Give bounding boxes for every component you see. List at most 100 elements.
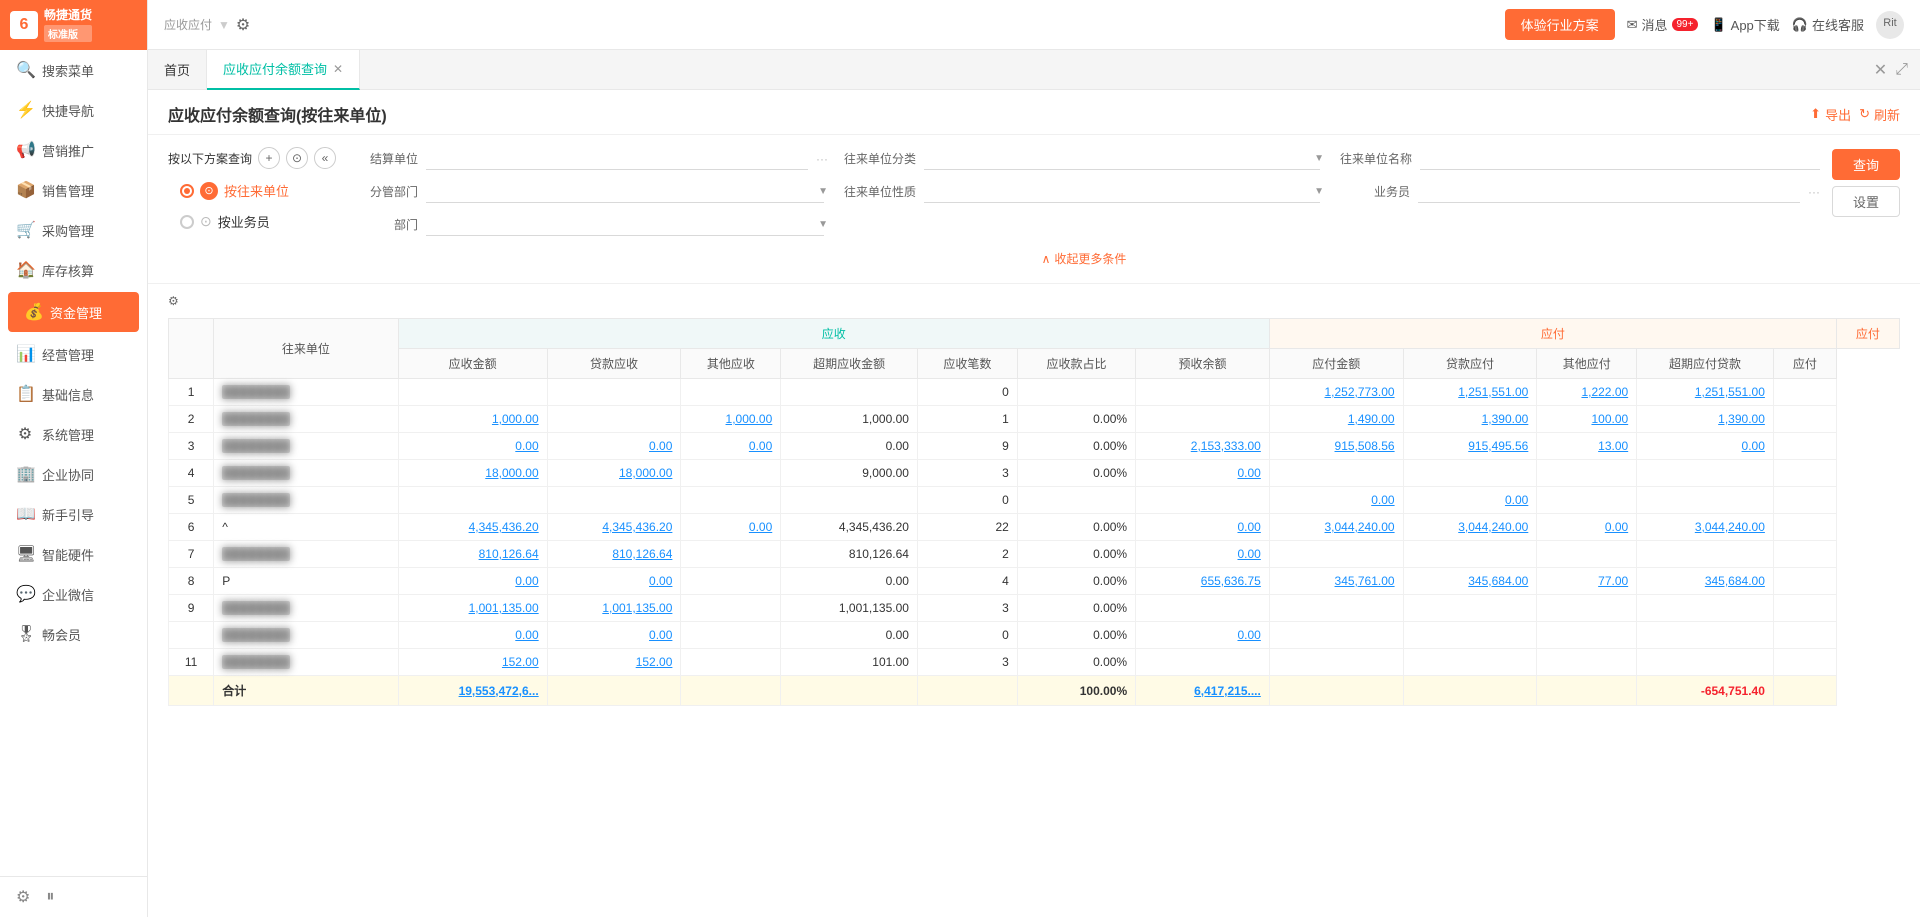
row-advance-3[interactable]: 0.00 <box>1136 460 1270 487</box>
row-loan-pay-7[interactable]: 345,684.00 <box>1403 568 1537 595</box>
row-loan-rec-6[interactable]: 810,126.64 <box>547 541 681 568</box>
sidebar-item-system[interactable]: ⚙系统管理 <box>0 414 147 454</box>
row-overdue-pay-5[interactable]: 3,044,240.00 <box>1637 514 1774 541</box>
total-receivable[interactable]: 19,553,472,6... <box>398 676 547 706</box>
row-pay-amt-2[interactable]: 915,508.56 <box>1269 433 1403 460</box>
message-action[interactable]: ✉ 消息 99+ <box>1627 15 1699 34</box>
row-loan-rec-3[interactable]: 18,000.00 <box>547 460 681 487</box>
row-overdue-pay-2[interactable]: 0.00 <box>1637 433 1774 460</box>
row-loan-rec-10[interactable]: 152.00 <box>547 649 681 676</box>
total-advance[interactable]: 6,417,215.... <box>1136 676 1270 706</box>
row-loan-rec-7[interactable]: 0.00 <box>547 568 681 595</box>
row-rec-amt-9[interactable]: 0.00 <box>398 622 547 649</box>
row-overdue-pay-0[interactable]: 1,251,551.00 <box>1637 379 1774 406</box>
row-overdue-pay-7[interactable]: 345,684.00 <box>1637 568 1774 595</box>
row-rec-amt-8[interactable]: 1,001,135.00 <box>398 595 547 622</box>
row-rec-amt-2[interactable]: 0.00 <box>398 433 547 460</box>
tab-close-icon[interactable]: ✕ <box>1874 60 1887 80</box>
sidebar-item-hardware[interactable]: 🖥智能硬件 <box>0 534 147 574</box>
row-other-pay-1[interactable]: 100.00 <box>1537 406 1637 433</box>
gear-icon[interactable]: ⚙ <box>236 15 250 35</box>
row-other-pay-2[interactable]: 13.00 <box>1537 433 1637 460</box>
page: 应收应付余额查询(按往来单位) ⬆ 导出 ↻ 刷新 <box>148 90 1920 917</box>
unit-nature-input[interactable] <box>924 180 1320 203</box>
row-rec-amt-6[interactable]: 810,126.64 <box>398 541 547 568</box>
salesperson-input[interactable] <box>1418 180 1800 203</box>
row-loan-pay-5[interactable]: 3,044,240.00 <box>1403 514 1537 541</box>
service-action[interactable]: 🎧 在线客服 <box>1792 15 1864 34</box>
sidebar-item-guide[interactable]: 📖新手引导 <box>0 494 147 534</box>
row-pay-amt-5[interactable]: 3,044,240.00 <box>1269 514 1403 541</box>
sidebar-collapse-icon[interactable]: ⏸ <box>46 888 54 906</box>
scheme-by-salesperson[interactable]: ⊙ 按业务员 <box>168 208 348 235</box>
salesperson-dots[interactable]: ··· <box>1808 185 1820 199</box>
collapse-scheme-btn[interactable]: « <box>314 147 336 169</box>
sidebar-item-sales[interactable]: 📦销售管理 <box>0 170 147 210</box>
app-download-action[interactable]: 📱 App下载 <box>1710 15 1779 34</box>
sidebar-item-management[interactable]: 📊经营管理 <box>0 334 147 374</box>
sidebar-item-finance[interactable]: 💰资金管理 <box>8 292 139 332</box>
sidebar-item-member[interactable]: 🎖畅会员 <box>0 614 147 654</box>
industry-btn[interactable]: 体验行业方案 <box>1505 9 1615 40</box>
user-avatar[interactable]: Rit <box>1876 11 1904 39</box>
sidebar-item-basic[interactable]: 📋基础信息 <box>0 374 147 414</box>
row-pay-amt-0[interactable]: 1,252,773.00 <box>1269 379 1403 406</box>
row-rec-amt-5[interactable]: 4,345,436.20 <box>398 514 547 541</box>
tab-expand-icon[interactable]: ⤢ <box>1895 61 1908 79</box>
row-other-pay-7[interactable]: 77.00 <box>1537 568 1637 595</box>
row-rec-amt-7[interactable]: 0.00 <box>398 568 547 595</box>
row-other-rec-1[interactable]: 1,000.00 <box>681 406 781 433</box>
unit-category-input[interactable] <box>924 147 1320 170</box>
row-loan-pay-2[interactable]: 915,495.56 <box>1403 433 1537 460</box>
sidebar-item-purchase[interactable]: 🛒采购管理 <box>0 210 147 250</box>
row-loan-pay-1[interactable]: 1,390.00 <box>1403 406 1537 433</box>
row-advance-6[interactable]: 0.00 <box>1136 541 1270 568</box>
row-loan-pay-0[interactable]: 1,251,551.00 <box>1403 379 1537 406</box>
row-loan-rec-5[interactable]: 4,345,436.20 <box>547 514 681 541</box>
dept-input[interactable] <box>426 213 824 236</box>
add-scheme-btn[interactable]: + <box>258 147 280 169</box>
sidebar-item-inventory[interactable]: 🏠库存核算 <box>0 250 147 290</box>
sidebar-item-coop[interactable]: 🏢企业协同 <box>0 454 147 494</box>
sidebar-item-marketing[interactable]: 📢营销推广 <box>0 130 147 170</box>
tab-home[interactable]: 首页 <box>148 50 207 90</box>
row-rec-amt-10[interactable]: 152.00 <box>398 649 547 676</box>
row-pay-amt-1[interactable]: 1,490.00 <box>1269 406 1403 433</box>
row-other-rec-2[interactable]: 0.00 <box>681 433 781 460</box>
sidebar-item-search[interactable]: 🔍搜索菜单 <box>0 50 147 90</box>
settlement-dots[interactable]: ··· <box>816 152 828 166</box>
sidebar-item-quicknav[interactable]: ⚡快捷导航 <box>0 90 147 130</box>
table-scroll-area[interactable]: 往来单位 应收 应付 应付 应收金额 贷款应收 其他应收 超期应收金额 应收笔数 <box>168 318 1900 706</box>
row-pay-amt-4[interactable]: 0.00 <box>1269 487 1403 514</box>
collapse-more-btn[interactable]: ∧ 收起更多条件 <box>1042 246 1127 271</box>
tab-balance[interactable]: 应收应付余额查询 ✕ <box>207 50 360 90</box>
row-rec-amt-3[interactable]: 18,000.00 <box>398 460 547 487</box>
row-other-pay-0[interactable]: 1,222.00 <box>1537 379 1637 406</box>
row-other-rec-5[interactable]: 0.00 <box>681 514 781 541</box>
settlement-input[interactable] <box>426 147 808 170</box>
sidebar-settings-icon[interactable]: ⚙ <box>16 887 30 907</box>
export-button[interactable]: ⬆ 导出 <box>1810 105 1851 124</box>
scheme-settings-btn[interactable]: ⊙ <box>286 147 308 169</box>
query-button[interactable]: 查询 <box>1832 149 1900 180</box>
row-advance-5[interactable]: 0.00 <box>1136 514 1270 541</box>
row-loan-rec-9[interactable]: 0.00 <box>547 622 681 649</box>
row-advance-2[interactable]: 2,153,333.00 <box>1136 433 1270 460</box>
row-loan-rec-8[interactable]: 1,001,135.00 <box>547 595 681 622</box>
row-rec-amt-1[interactable]: 1,000.00 <box>398 406 547 433</box>
unit-name-input[interactable] <box>1420 147 1820 170</box>
row-overdue-pay-1[interactable]: 1,390.00 <box>1637 406 1774 433</box>
row-loan-pay-4[interactable]: 0.00 <box>1403 487 1537 514</box>
row-pay-amt-7[interactable]: 345,761.00 <box>1269 568 1403 595</box>
settings-button[interactable]: 设置 <box>1832 186 1900 217</box>
scheme-by-unit[interactable]: ⊙ 按往来单位 <box>168 177 348 204</box>
row-advance-9[interactable]: 0.00 <box>1136 622 1270 649</box>
row-advance-7[interactable]: 655,636.75 <box>1136 568 1270 595</box>
sidebar-item-wechat[interactable]: 💬企业微信 <box>0 574 147 614</box>
row-loan-rec-2[interactable]: 0.00 <box>547 433 681 460</box>
dept-mgr-input[interactable] <box>426 180 824 203</box>
tab-balance-close[interactable]: ✕ <box>333 62 343 76</box>
refresh-button[interactable]: ↻ 刷新 <box>1859 105 1900 124</box>
row-other-pay-5[interactable]: 0.00 <box>1537 514 1637 541</box>
table-gear-icon[interactable]: ⚙ <box>168 294 179 308</box>
